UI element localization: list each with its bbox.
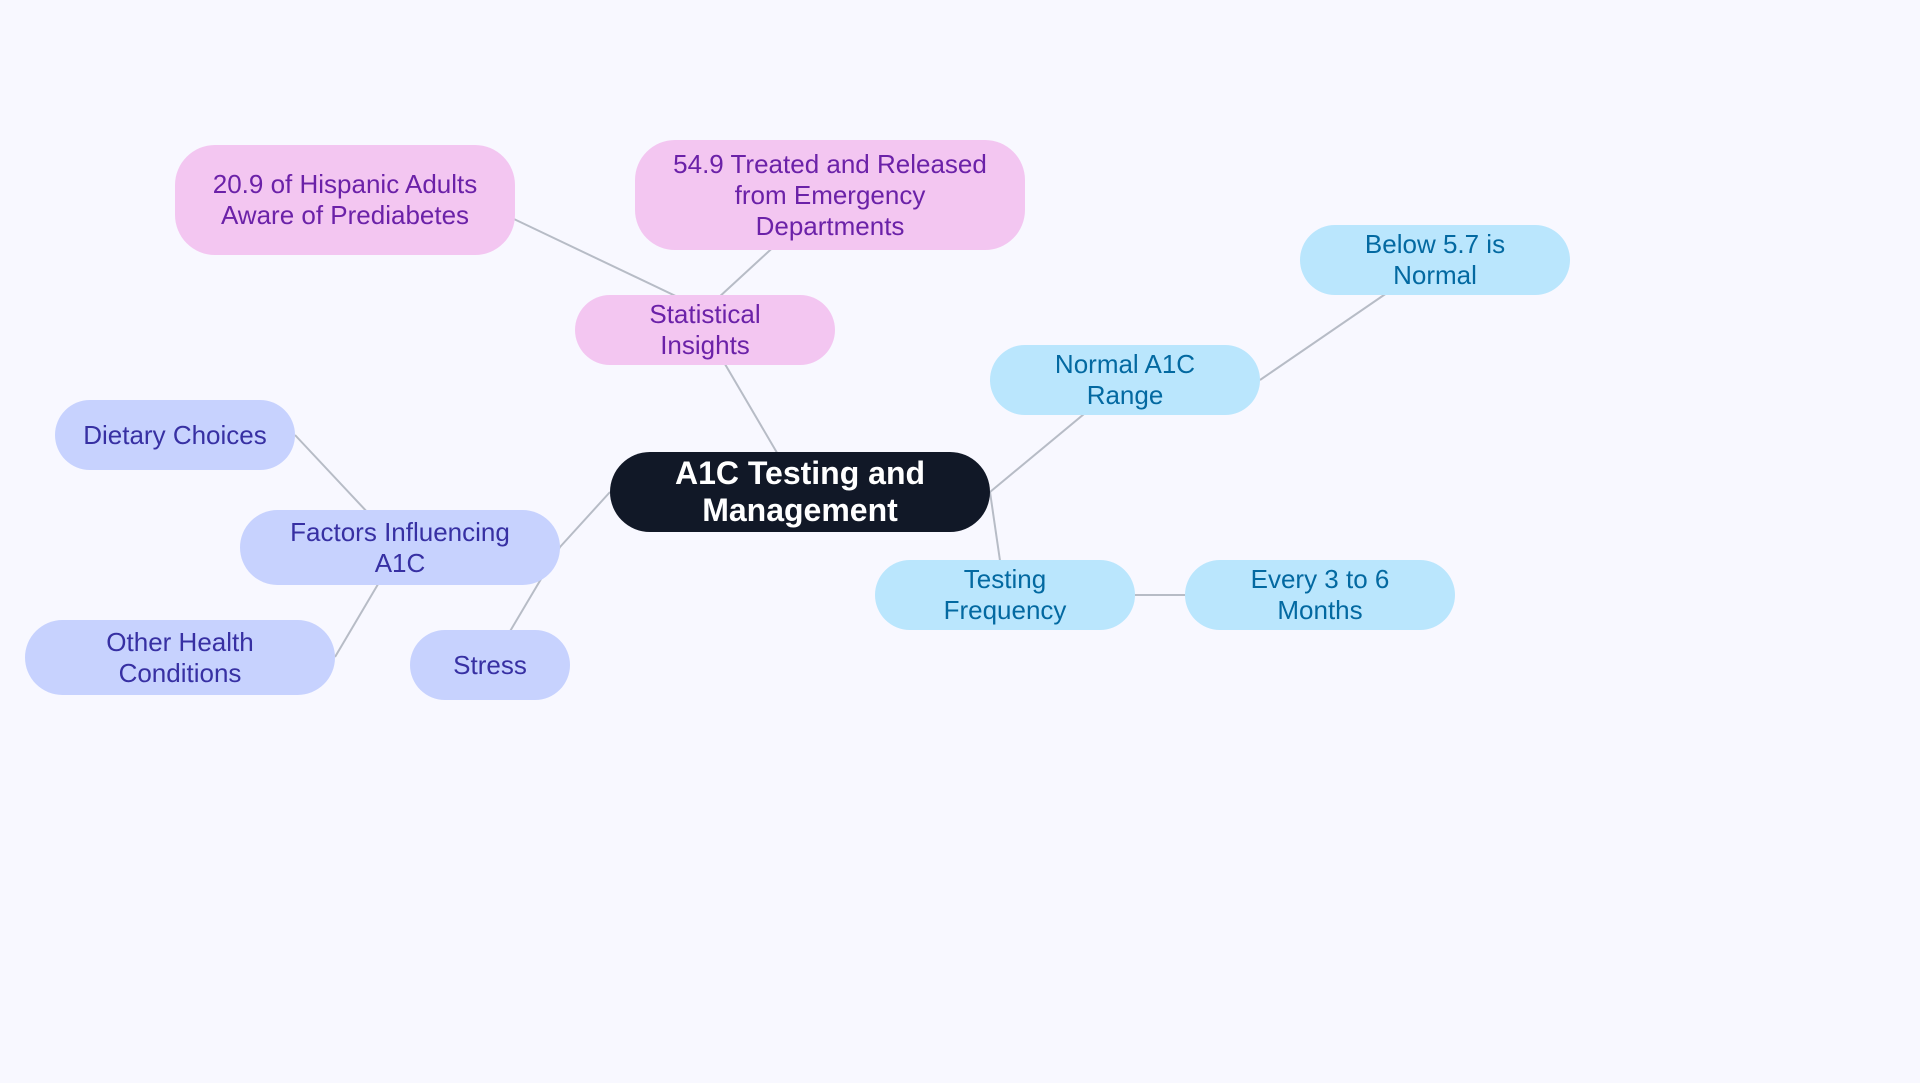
treated-released-node: 54.9 Treated and Released from Emergency… <box>635 140 1025 250</box>
every-3-to-6-node: Every 3 to 6 Months <box>1185 560 1455 630</box>
center-node: A1C Testing and Management <box>610 452 990 532</box>
below-57-node: Below 5.7 is Normal <box>1300 225 1570 295</box>
testing-frequency-node: Testing Frequency <box>875 560 1135 630</box>
normal-a1c-range-node: Normal A1C Range <box>990 345 1260 415</box>
dietary-choices-node: Dietary Choices <box>55 400 295 470</box>
stress-node: Stress <box>410 630 570 700</box>
hispanic-adults-node: 20.9 of Hispanic Adults Aware of Prediab… <box>175 145 515 255</box>
statistical-insights-node: Statistical Insights <box>575 295 835 365</box>
factors-influencing-node: Factors Influencing A1C <box>240 510 560 585</box>
other-health-node: Other Health Conditions <box>25 620 335 695</box>
